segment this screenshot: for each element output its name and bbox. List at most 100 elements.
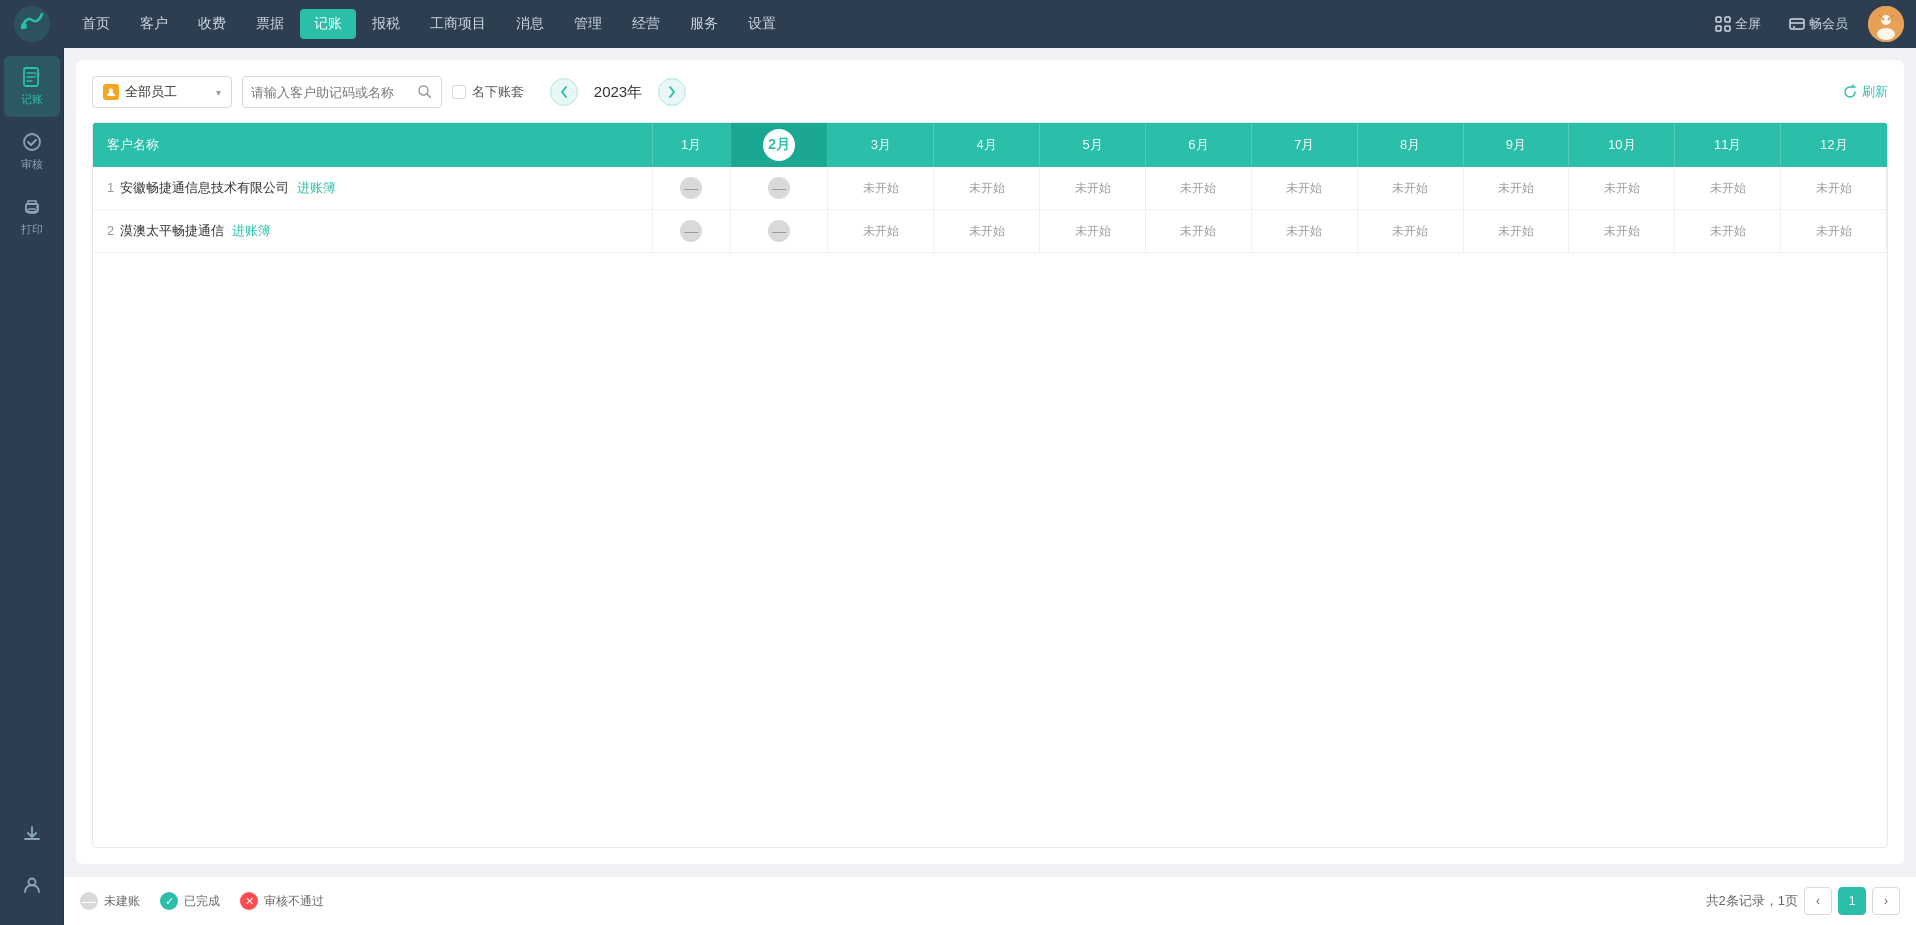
cell-m5-0: 未开始 — [1040, 167, 1146, 210]
cell-m8-1: 未开始 — [1357, 210, 1463, 253]
cell-m8-0: 未开始 — [1357, 167, 1463, 210]
ledger-icon — [21, 66, 43, 88]
audit-icon — [21, 131, 43, 153]
status-not-started: 未开始 — [1286, 181, 1322, 195]
sidebar-item-print[interactable]: 打印 — [4, 186, 60, 247]
col-header-m11: 11月 — [1675, 123, 1781, 167]
sidebar-item-ledger[interactable]: 记账 — [4, 56, 60, 117]
nav-right: 全屏 畅会员 — [1707, 6, 1904, 42]
toolbar: 全部员工 ▾ 名下账套 — [92, 76, 1888, 108]
enter-ledger-link[interactable]: 进账簿 — [232, 223, 271, 238]
col-header-m7: 7月 — [1251, 123, 1357, 167]
nav-operation[interactable]: 经营 — [618, 9, 674, 39]
employee-select[interactable]: 全部员工 ▾ — [92, 76, 232, 108]
page-next-button[interactable]: › — [1872, 887, 1900, 915]
member-label: 畅会员 — [1809, 15, 1848, 33]
nav-business[interactable]: 工商项目 — [416, 9, 500, 39]
cell-m2-0: — — [730, 167, 828, 210]
svg-point-0 — [14, 6, 50, 42]
table-row: 2漠澳太平畅捷通信进账簿——未开始未开始未开始未开始未开始未开始未开始未开始未开… — [93, 210, 1887, 253]
nav-manage[interactable]: 管理 — [560, 9, 616, 39]
search-button[interactable] — [417, 84, 433, 100]
cell-m11-1: 未开始 — [1675, 210, 1781, 253]
col-header-m9: 9月 — [1463, 123, 1569, 167]
col-header-m8: 8月 — [1357, 123, 1463, 167]
nav-billing[interactable]: 收费 — [184, 9, 240, 39]
year-display: 2023年 — [588, 83, 648, 102]
chevron-down-icon: ▾ — [216, 87, 221, 98]
nav-service[interactable]: 服务 — [676, 9, 732, 39]
status-not-started: 未开始 — [1392, 224, 1428, 238]
avatar[interactable] — [1868, 6, 1904, 42]
year-next-button[interactable] — [658, 78, 686, 106]
member-button[interactable]: 畅会员 — [1781, 11, 1856, 37]
col-header-m4: 4月 — [934, 123, 1040, 167]
status-dash-icon: — — [680, 220, 702, 242]
footer: — 未建账 ✓ 已完成 ✕ 审核不通过 共2条记录，1页 ‹ 1 › — [64, 876, 1916, 925]
status-not-started: 未开始 — [1710, 224, 1746, 238]
sidebar-bottom — [4, 813, 60, 925]
cell-m2-1: — — [730, 210, 828, 253]
page-prev-button[interactable]: ‹ — [1804, 887, 1832, 915]
legend-completed: ✓ 已完成 — [160, 892, 220, 910]
status-not-started: 未开始 — [1498, 181, 1534, 195]
top-nav: 首页 客户 收费 票据 记账 报税 工商项目 消息 管理 经营 服务 设置 全屏 — [0, 0, 1916, 48]
search-input[interactable] — [251, 85, 411, 100]
cell-m11-0: 未开始 — [1675, 167, 1781, 210]
app-logo — [12, 4, 52, 44]
nav-customer[interactable]: 客户 — [126, 9, 182, 39]
status-not-started: 未开始 — [1392, 181, 1428, 195]
legend-rejected-label: 审核不通过 — [264, 893, 324, 910]
cell-m7-0: 未开始 — [1251, 167, 1357, 210]
chevron-right-icon — [667, 85, 677, 99]
employee-select-text: 全部员工 — [125, 83, 210, 101]
status-not-started: 未开始 — [1710, 181, 1746, 195]
sidebar-item-user[interactable] — [4, 863, 60, 905]
cell-m12-0: 未开始 — [1781, 167, 1887, 210]
svg-rect-6 — [1790, 19, 1804, 29]
legend-check-icon: ✓ — [160, 892, 178, 910]
page-container: 全部员工 ▾ 名下账套 — [64, 48, 1916, 876]
svg-point-21 — [109, 89, 113, 93]
svg-rect-3 — [1725, 17, 1730, 22]
checkbox-names[interactable]: 名下账套 — [452, 83, 524, 101]
cell-m6-0: 未开始 — [1146, 167, 1252, 210]
sidebar-item-audit[interactable]: 审核 — [4, 121, 60, 182]
cell-m12-1: 未开始 — [1781, 210, 1887, 253]
chevron-left-icon — [559, 85, 569, 99]
nav-settings[interactable]: 设置 — [734, 9, 790, 39]
col-header-m5: 5月 — [1040, 123, 1146, 167]
status-not-started: 未开始 — [1075, 181, 1111, 195]
pagination: 共2条记录，1页 ‹ 1 › — [1706, 887, 1900, 915]
status-not-started: 未开始 — [1816, 224, 1852, 238]
fullscreen-button[interactable]: 全屏 — [1707, 11, 1769, 37]
cell-m6-1: 未开始 — [1146, 210, 1252, 253]
nav-message[interactable]: 消息 — [502, 9, 558, 39]
nav-home[interactable]: 首页 — [68, 9, 124, 39]
cell-m7-1: 未开始 — [1251, 210, 1357, 253]
cell-m5-1: 未开始 — [1040, 210, 1146, 253]
sidebar-item-download[interactable] — [4, 813, 60, 855]
checkbox-icon — [452, 85, 466, 99]
refresh-button[interactable]: 刷新 — [1842, 83, 1888, 101]
cell-m1-1: — — [652, 210, 730, 253]
legend-not-created-label: 未建账 — [104, 893, 140, 910]
nav-tax[interactable]: 报税 — [358, 9, 414, 39]
pagination-info: 共2条记录，1页 — [1706, 892, 1798, 910]
status-not-started: 未开始 — [1498, 224, 1534, 238]
svg-point-15 — [24, 134, 40, 150]
year-prev-button[interactable] — [550, 78, 578, 106]
nav-invoice[interactable]: 票据 — [242, 9, 298, 39]
table-header-row: 客户名称 1月 2月 3月 4月 5月 6月 — [93, 123, 1887, 167]
legend-not-created: — 未建账 — [80, 892, 140, 910]
status-not-started: 未开始 — [1180, 181, 1216, 195]
refresh-icon — [1842, 84, 1858, 100]
enter-ledger-link[interactable]: 进账簿 — [297, 180, 336, 195]
status-not-started: 未开始 — [1604, 224, 1640, 238]
page-1-button[interactable]: 1 — [1838, 887, 1866, 915]
status-not-started: 未开始 — [1604, 181, 1640, 195]
nav-ledger[interactable]: 记账 — [300, 9, 356, 39]
svg-point-18 — [36, 206, 38, 208]
sidebar-audit-label: 审核 — [21, 157, 43, 172]
status-not-started: 未开始 — [1816, 181, 1852, 195]
